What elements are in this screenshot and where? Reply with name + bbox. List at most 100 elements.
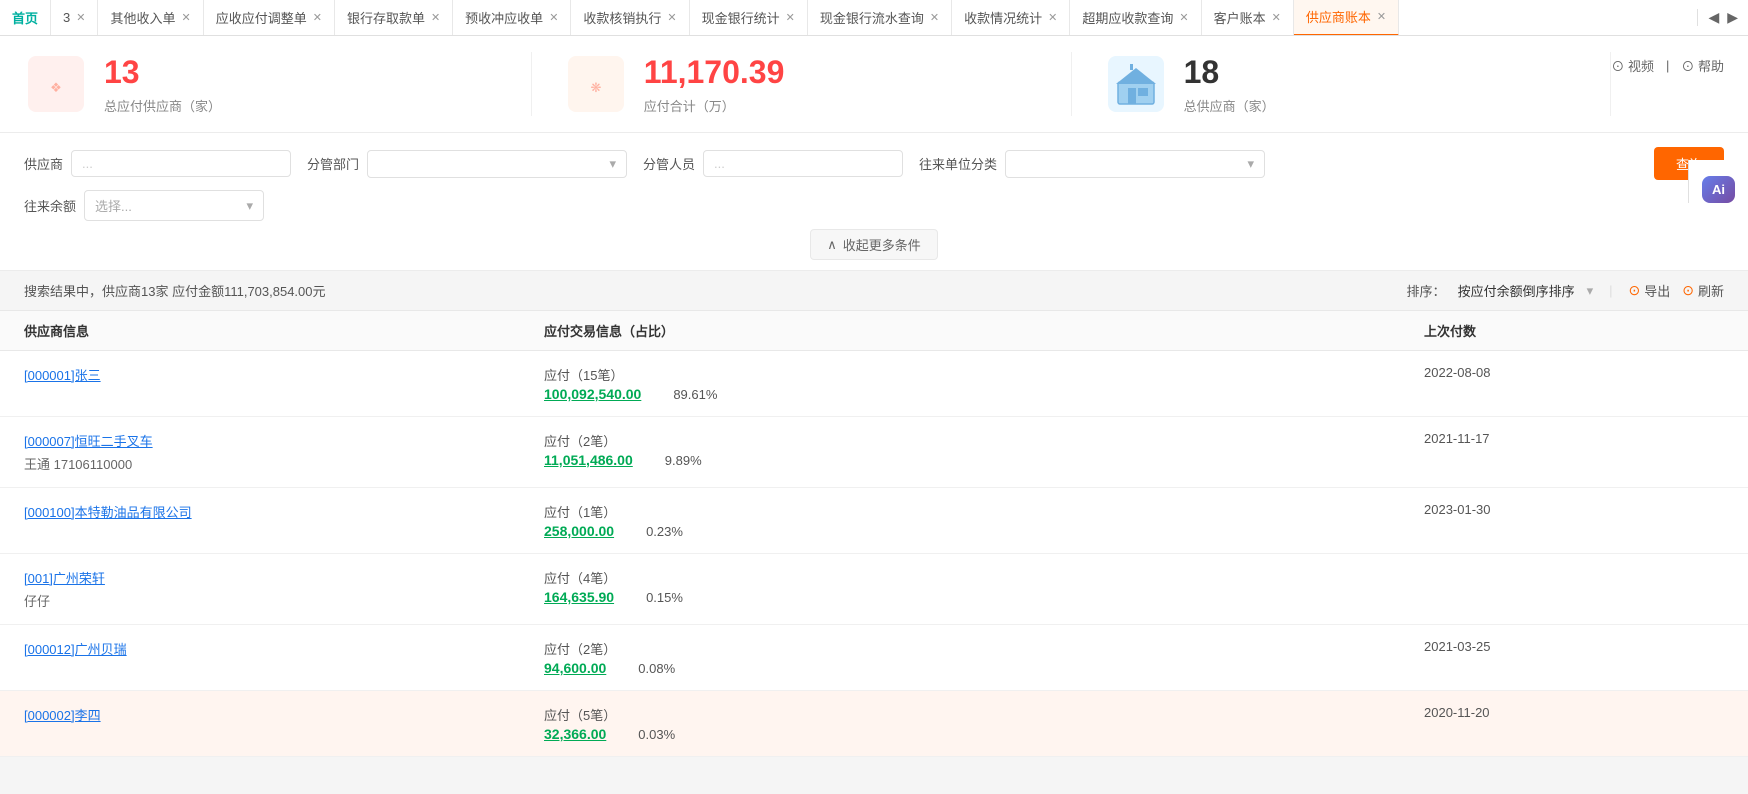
payable-row-4: 应付（2笔）	[544, 639, 1424, 658]
payable-amount-1[interactable]: 11,051,486.00	[544, 452, 633, 468]
filter-row-2: 往来余额 选择... ▾	[24, 190, 1724, 221]
nav-tab-label: 现金银行流水查询	[820, 8, 924, 27]
nav-item-home[interactable]: 首页	[0, 0, 51, 36]
nav-right-arrow[interactable]: ▶	[1723, 9, 1742, 26]
sort-value[interactable]: 按应付余额倒序排序	[1458, 281, 1575, 300]
supplier-link-2[interactable]: [000100]本特勒油品有限公司	[24, 502, 544, 521]
close-icon[interactable]: ✕	[1048, 11, 1057, 24]
close-icon[interactable]: ✕	[313, 11, 322, 24]
nav-item-bank[interactable]: 银行存取款单 ✕	[335, 0, 453, 36]
nav-item-3[interactable]: 3 ✕	[51, 0, 98, 36]
last-pay-0: 2022-08-08	[1424, 365, 1724, 380]
right-panel: Ai	[1688, 160, 1748, 203]
chevron-down-icon: ▾	[246, 198, 253, 214]
category-label: 往来单位分类	[919, 154, 997, 173]
payable-amount-row-2: 258,000.00 0.23%	[544, 521, 1424, 539]
payable-amount-row-4: 94,600.00 0.08%	[544, 658, 1424, 676]
payable-amount-2[interactable]: 258,000.00	[544, 523, 614, 539]
supplier-link-5[interactable]: [000002]李四	[24, 705, 544, 724]
nav-item-other-income[interactable]: 其他收入单 ✕	[98, 0, 203, 36]
nav-item-adjust[interactable]: 应收应付调整单 ✕	[204, 0, 335, 36]
payable-amount-5[interactable]: 32,366.00	[544, 726, 606, 742]
payable-amount-3[interactable]: 164,635.90	[544, 589, 614, 605]
table-row: [000002]李四 应付（5笔） 32,366.00 0.03% 2020-1…	[0, 691, 1748, 757]
close-icon[interactable]: ✕	[181, 11, 190, 24]
payable-cell-0: 应付（15笔） 100,092,540.00 89.61%	[544, 365, 1424, 402]
top-navigation: 首页 3 ✕ 其他收入单 ✕ 应收应付调整单 ✕ 银行存取款单 ✕ 预收冲应收单…	[0, 0, 1748, 36]
nav-item-overdue[interactable]: 超期应收款查询 ✕	[1070, 0, 1201, 36]
dept-select[interactable]: ▾	[367, 150, 627, 178]
payable-label-0: 应付（15笔）	[544, 365, 623, 384]
chevron-down-icon: ▾	[610, 156, 617, 172]
payable-label-1: 应付（2笔）	[544, 431, 616, 450]
chevron-up-icon: ∧	[827, 237, 837, 253]
nav-item-cash-stats[interactable]: 现金银行统计 ✕	[690, 0, 808, 36]
nav-item-receipt-stats[interactable]: 收款情况统计 ✕	[952, 0, 1070, 36]
supplier-input[interactable]: ...	[71, 150, 291, 177]
refresh-label: 刷新	[1698, 281, 1724, 300]
nav-tab-3-label: 3	[63, 10, 70, 25]
close-icon[interactable]: ✕	[76, 11, 85, 24]
nav-item-collection[interactable]: 收款核销执行 ✕	[571, 0, 689, 36]
nav-tab-label: 收款核销执行	[583, 8, 661, 27]
supplier-link-0[interactable]: [000001]张三	[24, 365, 544, 384]
category-select[interactable]: ▾	[1005, 150, 1265, 178]
supplier-sub-3: 仔仔	[24, 591, 544, 610]
svg-text:❖: ❖	[50, 80, 62, 95]
results-summary: 搜索结果中，供应商13家 应付金额111,703,854.00元	[24, 281, 326, 300]
close-icon[interactable]: ✕	[930, 11, 939, 24]
separator: |	[1666, 58, 1669, 73]
balance-select[interactable]: 选择... ▾	[84, 190, 264, 221]
ai-button[interactable]: Ai	[1702, 176, 1735, 203]
supplier-link-4[interactable]: [000012]广州贝瑞	[24, 639, 544, 658]
nav-tab-label: 现金银行统计	[702, 8, 780, 27]
nav-item-prepay[interactable]: 预收冲应收单 ✕	[453, 0, 571, 36]
nav-item-customer-ledger[interactable]: 客户账本 ✕	[1202, 0, 1294, 36]
close-icon[interactable]: ✕	[431, 11, 440, 24]
stat-supplier-count: 18 总供应商（家）	[1072, 52, 1612, 116]
stat-number-payable: 13	[104, 53, 221, 91]
payable-pct-4: 0.08%	[638, 661, 675, 676]
refresh-button[interactable]: ⊙ 刷新	[1682, 281, 1724, 300]
close-icon[interactable]: ✕	[786, 11, 795, 24]
supplier-link-3[interactable]: [001]广州荣轩	[24, 568, 544, 587]
table-row: [000007]恒旺二手叉车 王通 17106110000 应付（2笔） 11,…	[0, 417, 1748, 488]
close-icon[interactable]: ✕	[1272, 11, 1281, 24]
close-icon[interactable]: ✕	[549, 11, 558, 24]
filter-dept: 分管部门 ▾	[307, 150, 627, 178]
nav-tab-label: 客户账本	[1214, 8, 1266, 27]
help-link[interactable]: ⊙ 帮助	[1681, 56, 1724, 75]
nav-item-supplier-ledger[interactable]: 供应商账本 ✕	[1294, 0, 1399, 36]
close-icon[interactable]: ✕	[667, 11, 676, 24]
stat-payable-total: ❋ 11,170.39 应付合计（万）	[532, 52, 1072, 116]
export-button[interactable]: ⊙ 导出	[1629, 281, 1671, 300]
chevron-down-icon[interactable]: ▾	[1587, 283, 1594, 299]
payable-amount-row-3: 164,635.90 0.15%	[544, 587, 1424, 605]
nav-item-cashflow[interactable]: 现金银行流水查询 ✕	[808, 0, 952, 36]
table-body: [000001]张三 应付（15笔） 100,092,540.00 89.61%…	[0, 351, 1748, 757]
payable-amount-0[interactable]: 100,092,540.00	[544, 386, 641, 402]
person-input[interactable]: ...	[703, 150, 903, 177]
export-icon: ⊙	[1629, 282, 1641, 299]
table-row: [000001]张三 应付（15笔） 100,092,540.00 89.61%…	[0, 351, 1748, 417]
video-link[interactable]: ⊙ 视频	[1611, 56, 1654, 75]
stat-payable-suppliers: ❖ 13 总应付供应商（家）	[24, 52, 532, 116]
supplier-info-4: [000012]广州贝瑞	[24, 639, 544, 658]
stat-label-payable: 总应付供应商（家）	[104, 96, 221, 115]
balance-value: 选择...	[95, 196, 132, 215]
supplier-sub-1: 王通 17106110000	[24, 454, 544, 473]
payable-cell-4: 应付（2笔） 94,600.00 0.08%	[544, 639, 1424, 676]
payable-amount-row-0: 100,092,540.00 89.61%	[544, 384, 1424, 402]
payable-label-5: 应付（5笔）	[544, 705, 616, 724]
payable-row-3: 应付（4笔）	[544, 568, 1424, 587]
supplier-link-1[interactable]: [000007]恒旺二手叉车	[24, 431, 544, 450]
close-icon[interactable]: ✕	[1377, 10, 1386, 23]
payable-pct-0: 89.61%	[673, 387, 717, 402]
stat-label-total: 应付合计（万）	[644, 96, 785, 115]
collapse-button[interactable]: ∧ 收起更多条件	[810, 229, 938, 260]
payable-pct-2: 0.23%	[646, 524, 683, 539]
payable-amount-4[interactable]: 94,600.00	[544, 660, 606, 676]
nav-left-arrow[interactable]: ◀	[1704, 9, 1723, 26]
close-icon[interactable]: ✕	[1179, 11, 1188, 24]
payable-amount-row-1: 11,051,486.00 9.89%	[544, 450, 1424, 468]
